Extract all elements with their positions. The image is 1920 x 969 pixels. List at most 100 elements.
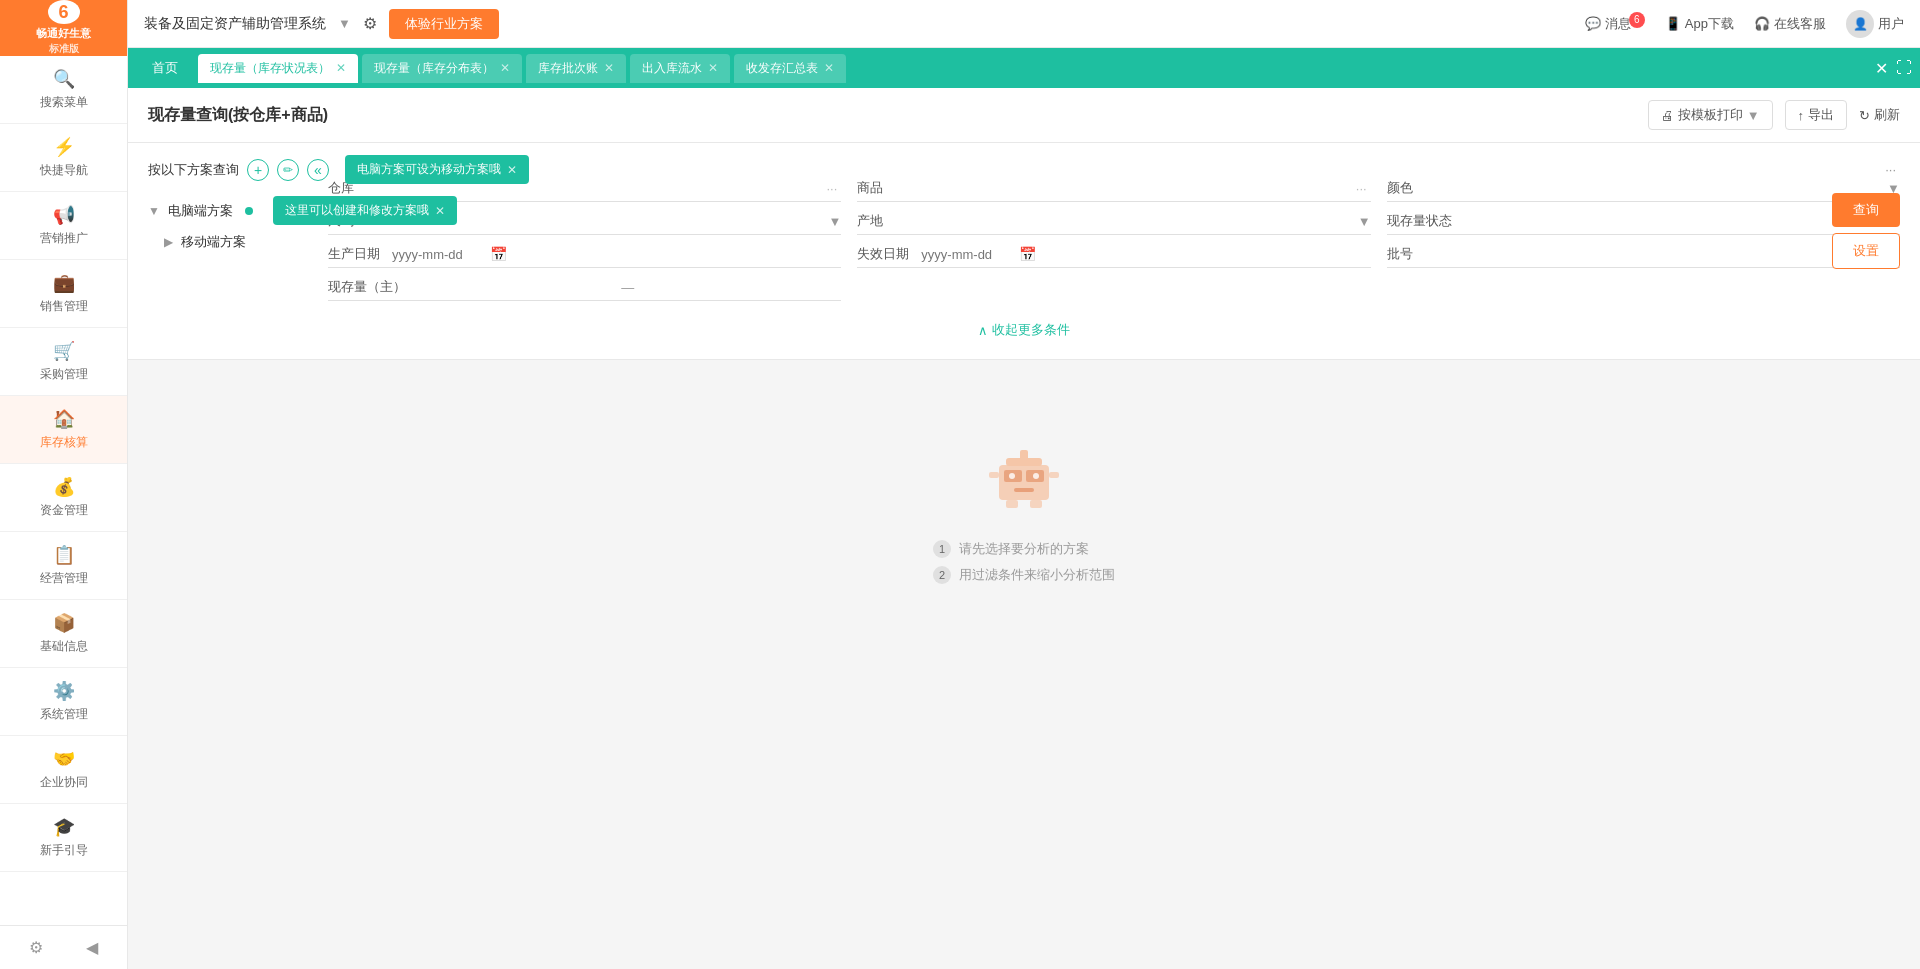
- tab-collect-summary-close[interactable]: ✕: [824, 61, 834, 75]
- sidebar-label-enterprise: 企业协同: [40, 774, 88, 791]
- tooltip-desktop-close[interactable]: ✕: [507, 163, 517, 177]
- phone-icon: 📱: [1665, 16, 1681, 31]
- operation-icon: 📋: [53, 544, 75, 566]
- add-scheme-btn[interactable]: +: [247, 159, 269, 181]
- settings-gear-icon[interactable]: ⚙: [363, 14, 377, 33]
- tab-in-out-flow[interactable]: 出入库流水 ✕: [630, 54, 730, 83]
- header-left: 装备及固定资产辅助管理系统 ▼ ⚙ 体验行业方案: [144, 9, 499, 39]
- sales-icon: 💼: [53, 272, 75, 294]
- refresh-btn[interactable]: ↻ 刷新: [1859, 106, 1900, 124]
- message-badge: 6: [1629, 12, 1645, 28]
- settings-bottom-btn[interactable]: ⚙: [29, 938, 43, 957]
- quick-nav-icon: ⚡: [53, 136, 75, 158]
- sidebar-bottom: ⚙ ◀: [0, 925, 127, 969]
- collapse-filter-btn[interactable]: ∧ 收起更多条件: [148, 313, 1900, 347]
- tab-stock-status-label: 现存量（库存状况表）: [210, 60, 330, 77]
- tab-collect-summary[interactable]: 收发存汇总表 ✕: [734, 54, 846, 83]
- empty-state: 1 请先选择要分析的方案 2 用过滤条件来缩小分析范围: [128, 360, 1920, 664]
- desktop-scheme-label[interactable]: 电脑端方案: [168, 202, 233, 220]
- sidebar-label-system: 系统管理: [40, 706, 88, 723]
- filter-area: 按以下方案查询 + ✏ « 电脑方案可设为移动方案哦 ✕ ··· ▼: [128, 143, 1920, 360]
- tab-stock-batch-label: 库存批次账: [538, 60, 598, 77]
- main-area: 装备及固定资产辅助管理系统 ▼ ⚙ 体验行业方案 💬 消息 6 📱 App下载 …: [128, 0, 1920, 969]
- finance-icon: 💰: [53, 476, 75, 498]
- sidebar-item-sales[interactable]: 💼 销售管理: [0, 260, 127, 328]
- sidebar-item-purchase[interactable]: 🛒 采购管理: [0, 328, 127, 396]
- export-label: 导出: [1808, 106, 1834, 124]
- export-btn[interactable]: ↑ 导出: [1785, 100, 1848, 130]
- print-btn[interactable]: 🖨 按模板打印 ▼: [1648, 100, 1773, 130]
- app-download-btn[interactable]: 📱 App下载: [1665, 15, 1734, 33]
- desktop-scheme-tooltip: 电脑方案可设为移动方案哦 ✕: [345, 155, 529, 184]
- sidebar-item-stock[interactable]: 🏠 库存核算: [0, 396, 127, 464]
- collapse-up-icon: ∧: [978, 323, 988, 338]
- empty-illustration: [984, 440, 1064, 520]
- sidebar-item-enterprise[interactable]: 🤝 企业协同: [0, 736, 127, 804]
- sidebar-item-basic[interactable]: 📦 基础信息: [0, 600, 127, 668]
- edit-scheme-btn[interactable]: ✏: [277, 159, 299, 181]
- sidebar-item-quick-nav[interactable]: ⚡ 快捷导航: [0, 124, 127, 192]
- user-btn[interactable]: 👤 用户: [1846, 10, 1904, 38]
- dropdown-arrow[interactable]: ▼: [338, 16, 351, 31]
- online-service-btn[interactable]: 🎧 在线客服: [1754, 15, 1826, 33]
- mobile-scheme-label[interactable]: 移动端方案: [181, 233, 246, 251]
- svg-rect-5: [1014, 488, 1034, 492]
- create-tooltip-wrapper: 这里可以创建和修改方案哦 ✕: [273, 196, 457, 225]
- tab-stock-dist[interactable]: 现存量（库存分布表） ✕: [362, 54, 522, 83]
- search-button[interactable]: 查询: [1832, 193, 1900, 227]
- sidebar-label-finance: 资金管理: [40, 502, 88, 519]
- logo-text: 畅通好生意: [36, 26, 91, 41]
- scheme-list-area: ▼ 电脑端方案 这里可以创建和修改方案哦 ✕: [148, 196, 1900, 251]
- sidebar-item-guide[interactable]: 🎓 新手引导: [0, 804, 127, 872]
- page-content: 现存量查询(按仓库+商品) 🖨 按模板打印 ▼ ↑ 导出 ↻ 刷新: [128, 88, 1920, 969]
- tab-collect-summary-label: 收发存汇总表: [746, 60, 818, 77]
- sidebar-item-operation[interactable]: 📋 经营管理: [0, 532, 127, 600]
- svg-rect-8: [989, 472, 999, 478]
- sidebar-item-search[interactable]: 🔍 搜索菜单: [0, 56, 127, 124]
- set-button[interactable]: 设置: [1832, 233, 1900, 269]
- svg-point-4: [1033, 473, 1039, 479]
- page-title: 现存量查询(按仓库+商品): [148, 105, 328, 126]
- sidebar-item-system[interactable]: ⚙️ 系统管理: [0, 668, 127, 736]
- tab-stock-batch-close[interactable]: ✕: [604, 61, 614, 75]
- industry-btn[interactable]: 体验行业方案: [389, 9, 499, 39]
- prev-scheme-btn[interactable]: «: [307, 159, 329, 181]
- page-header: 现存量查询(按仓库+商品) 🖨 按模板打印 ▼ ↑ 导出 ↻ 刷新: [128, 88, 1920, 143]
- warehouse-more-btn[interactable]: ···: [822, 181, 841, 196]
- tab-bar-actions: ✕ ⛶: [1875, 59, 1912, 78]
- app-download-label: App下载: [1685, 15, 1734, 33]
- product-more-btn[interactable]: ···: [1352, 181, 1371, 196]
- collapse-sidebar-btn[interactable]: ◀: [86, 938, 98, 957]
- tab-fullscreen-btn[interactable]: ⛶: [1896, 59, 1912, 78]
- filter-row-4: 现存量（主） —: [328, 278, 1900, 301]
- tab-stock-status-close[interactable]: ✕: [336, 61, 346, 75]
- tip-text-2: 用过滤条件来缩小分析范围: [959, 566, 1115, 584]
- user-label: 用户: [1878, 15, 1904, 33]
- tab-close-all-btn[interactable]: ✕: [1875, 59, 1888, 78]
- sidebar-label-stock: 库存核算: [40, 434, 88, 451]
- message-icon: 💬: [1585, 16, 1601, 31]
- sidebar-label-purchase: 采购管理: [40, 366, 88, 383]
- system-icon: ⚙️: [53, 680, 75, 702]
- tab-stock-batch[interactable]: 库存批次账 ✕: [526, 54, 626, 83]
- sidebar-item-finance[interactable]: 💰 资金管理: [0, 464, 127, 532]
- scheme-collapse-icon: ▼: [148, 204, 160, 218]
- print-dropdown-icon: ▼: [1747, 108, 1760, 123]
- svg-point-3: [1009, 473, 1015, 479]
- tooltip-desktop-text: 电脑方案可设为移动方案哦: [357, 161, 501, 178]
- sidebar-item-marketing[interactable]: 📢 营销推广: [0, 192, 127, 260]
- search-icon: 🔍: [53, 68, 75, 90]
- search-btn-area: 查询 设置: [1832, 193, 1900, 269]
- tip-num-1: 1: [933, 540, 951, 558]
- tip-text-1: 请先选择要分析的方案: [959, 540, 1089, 558]
- message-btn[interactable]: 💬 消息 6: [1585, 15, 1645, 33]
- header-right: 💬 消息 6 📱 App下载 🎧 在线客服 👤 用户: [1585, 10, 1904, 38]
- tab-in-out-flow-close[interactable]: ✕: [708, 61, 718, 75]
- tooltip-create-close[interactable]: ✕: [435, 204, 445, 218]
- tab-home[interactable]: 首页: [136, 53, 194, 83]
- more-options-btn[interactable]: ···: [1881, 162, 1900, 177]
- logo-icon: 6: [48, 0, 80, 24]
- tab-stock-status[interactable]: 现存量（库存状况表） ✕: [198, 54, 358, 83]
- svg-rect-11: [1030, 500, 1042, 508]
- tab-stock-dist-close[interactable]: ✕: [500, 61, 510, 75]
